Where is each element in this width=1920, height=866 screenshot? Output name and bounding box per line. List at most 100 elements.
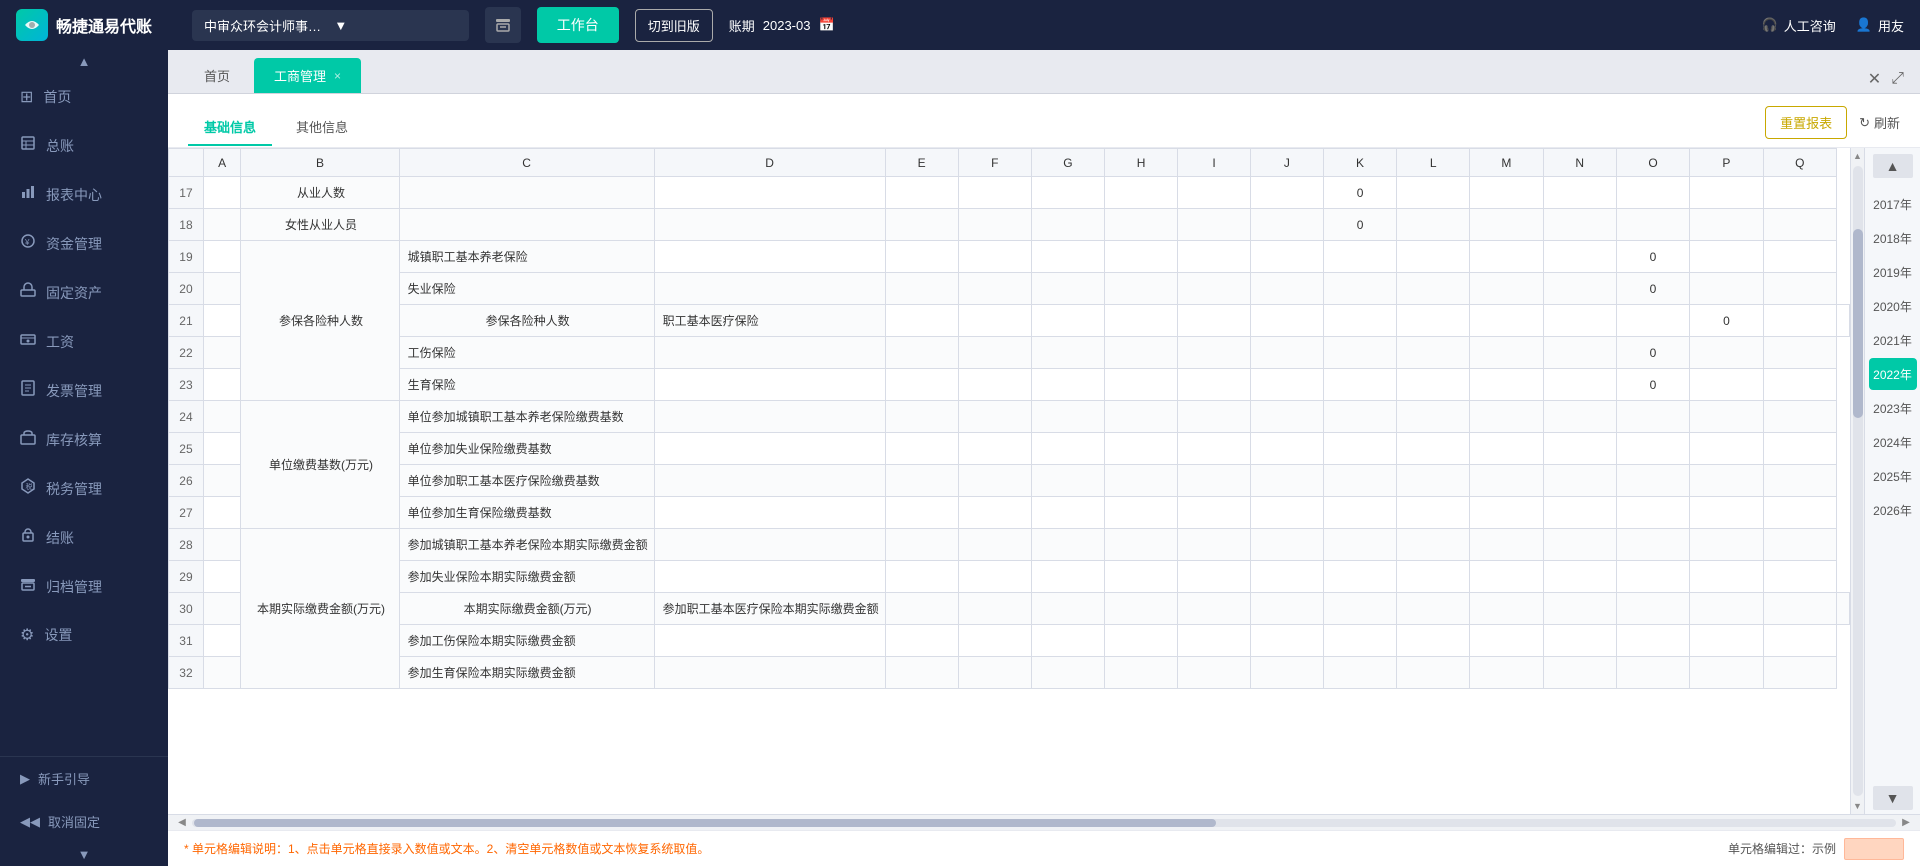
workbench-button[interactable]: 工作台 <box>537 7 619 43</box>
cell-K[interactable] <box>1323 433 1396 465</box>
cell-C[interactable]: 生育保险 <box>399 369 654 401</box>
year-item[interactable]: 2025年 <box>1869 460 1917 492</box>
cell-I[interactable] <box>1178 529 1251 561</box>
cell-O[interactable] <box>1616 433 1689 465</box>
cell-F[interactable] <box>1031 593 1104 625</box>
cell-D[interactable] <box>654 273 885 305</box>
cell-C[interactable]: 工伤保险 <box>399 337 654 369</box>
cell-K[interactable] <box>1323 369 1396 401</box>
cell-A[interactable] <box>203 209 240 241</box>
cell-N[interactable] <box>1543 561 1616 593</box>
cell-K[interactable] <box>1323 657 1396 689</box>
cell-G[interactable] <box>1031 209 1104 241</box>
cell-L[interactable] <box>1397 337 1470 369</box>
cell-G[interactable] <box>1031 561 1104 593</box>
cell-E[interactable] <box>885 561 958 593</box>
old-version-button[interactable]: 切到旧版 <box>635 9 713 42</box>
cell-Q[interactable] <box>1837 305 1850 337</box>
cell-J[interactable] <box>1250 465 1323 497</box>
cell-G[interactable] <box>1031 177 1104 209</box>
cell-K[interactable] <box>1323 465 1396 497</box>
cell-O[interactable] <box>1616 177 1689 209</box>
cell-D[interactable] <box>654 657 885 689</box>
cell-N[interactable] <box>1543 625 1616 657</box>
cell-P[interactable] <box>1690 657 1763 689</box>
cell-Q[interactable] <box>1837 593 1850 625</box>
sidebar-scroll-down[interactable]: ▼ <box>0 843 168 866</box>
cell-M[interactable] <box>1470 465 1543 497</box>
cell-G[interactable] <box>1031 465 1104 497</box>
h-scrollbar[interactable]: ◀ ▶ <box>168 814 1920 830</box>
sidebar-unpin[interactable]: ◀◀ 取消固定 <box>0 800 168 843</box>
cell-M[interactable] <box>1470 497 1543 529</box>
cell-F[interactable] <box>958 529 1031 561</box>
cell-C[interactable] <box>399 177 654 209</box>
sidebar-item-salary[interactable]: 工资 <box>0 317 168 366</box>
cell-L[interactable] <box>1397 465 1470 497</box>
cell-J[interactable] <box>1250 177 1323 209</box>
cell-H[interactable] <box>1105 561 1178 593</box>
cell-I[interactable] <box>1178 401 1251 433</box>
cell-Q[interactable] <box>1763 401 1836 433</box>
cell-A[interactable] <box>203 369 240 401</box>
tab-home[interactable]: 首页 <box>184 58 250 93</box>
cell-P[interactable] <box>1690 497 1763 529</box>
cell-M[interactable] <box>1470 401 1543 433</box>
cell-Q[interactable] <box>1763 433 1836 465</box>
cell-A[interactable] <box>203 401 240 433</box>
cell-F[interactable] <box>958 657 1031 689</box>
cell-Q[interactable] <box>1763 465 1836 497</box>
cell-P[interactable] <box>1690 209 1763 241</box>
cell-O[interactable] <box>1616 497 1689 529</box>
cell-P[interactable] <box>1690 465 1763 497</box>
year-nav-down[interactable]: ▼ <box>1873 786 1913 810</box>
cell-I[interactable] <box>1178 241 1251 273</box>
cell-O[interactable]: 0 <box>1690 305 1763 337</box>
cell-J[interactable] <box>1323 305 1396 337</box>
cell-C[interactable]: 失业保险 <box>399 273 654 305</box>
cell-E[interactable] <box>885 209 958 241</box>
cell-I[interactable] <box>1178 369 1251 401</box>
cell-F[interactable] <box>958 177 1031 209</box>
cell-F[interactable] <box>958 401 1031 433</box>
cell-L[interactable] <box>1397 433 1470 465</box>
cell-O[interactable] <box>1690 593 1763 625</box>
cell-M[interactable] <box>1470 177 1543 209</box>
cell-Q[interactable] <box>1763 625 1836 657</box>
cell-D[interactable] <box>654 369 885 401</box>
year-item[interactable]: 2024年 <box>1869 426 1917 458</box>
tab-close-window[interactable]: ✕ <box>1868 69 1881 89</box>
cell-N[interactable] <box>1543 369 1616 401</box>
cell-N[interactable] <box>1543 241 1616 273</box>
cell-A[interactable] <box>203 497 240 529</box>
cell-I[interactable] <box>1178 433 1251 465</box>
cell-H[interactable] <box>1105 209 1178 241</box>
cell-G[interactable] <box>1031 529 1104 561</box>
cell-J[interactable] <box>1250 337 1323 369</box>
cell-O[interactable] <box>1616 209 1689 241</box>
sidebar-item-settings[interactable]: ⚙ 设置 <box>0 611 168 659</box>
cell-E[interactable] <box>885 433 958 465</box>
vertical-scrollbar[interactable]: ▲ ▼ <box>1850 148 1864 814</box>
cell-M[interactable] <box>1470 241 1543 273</box>
sub-tab-other[interactable]: 其他信息 <box>280 109 364 146</box>
cell-M[interactable] <box>1470 561 1543 593</box>
cell-A[interactable] <box>203 177 240 209</box>
cell-H[interactable] <box>1105 497 1178 529</box>
cell-B[interactable]: 本期实际缴费金额(万元) <box>241 529 399 689</box>
cell-F[interactable] <box>958 273 1031 305</box>
cell-J[interactable] <box>1250 529 1323 561</box>
cell-F[interactable] <box>958 209 1031 241</box>
cell-E[interactable] <box>885 625 958 657</box>
cell-I[interactable] <box>1178 465 1251 497</box>
reset-report-button[interactable]: 重置报表 <box>1765 106 1847 139</box>
cell-H[interactable] <box>1105 401 1178 433</box>
cell-J[interactable] <box>1250 273 1323 305</box>
cell-M[interactable] <box>1470 273 1543 305</box>
cell-J[interactable] <box>1250 369 1323 401</box>
cell-F[interactable] <box>958 433 1031 465</box>
cell-E[interactable] <box>885 497 958 529</box>
cell-N[interactable] <box>1543 465 1616 497</box>
cell-A[interactable] <box>203 241 240 273</box>
sidebar-item-archive[interactable]: 归档管理 <box>0 562 168 611</box>
